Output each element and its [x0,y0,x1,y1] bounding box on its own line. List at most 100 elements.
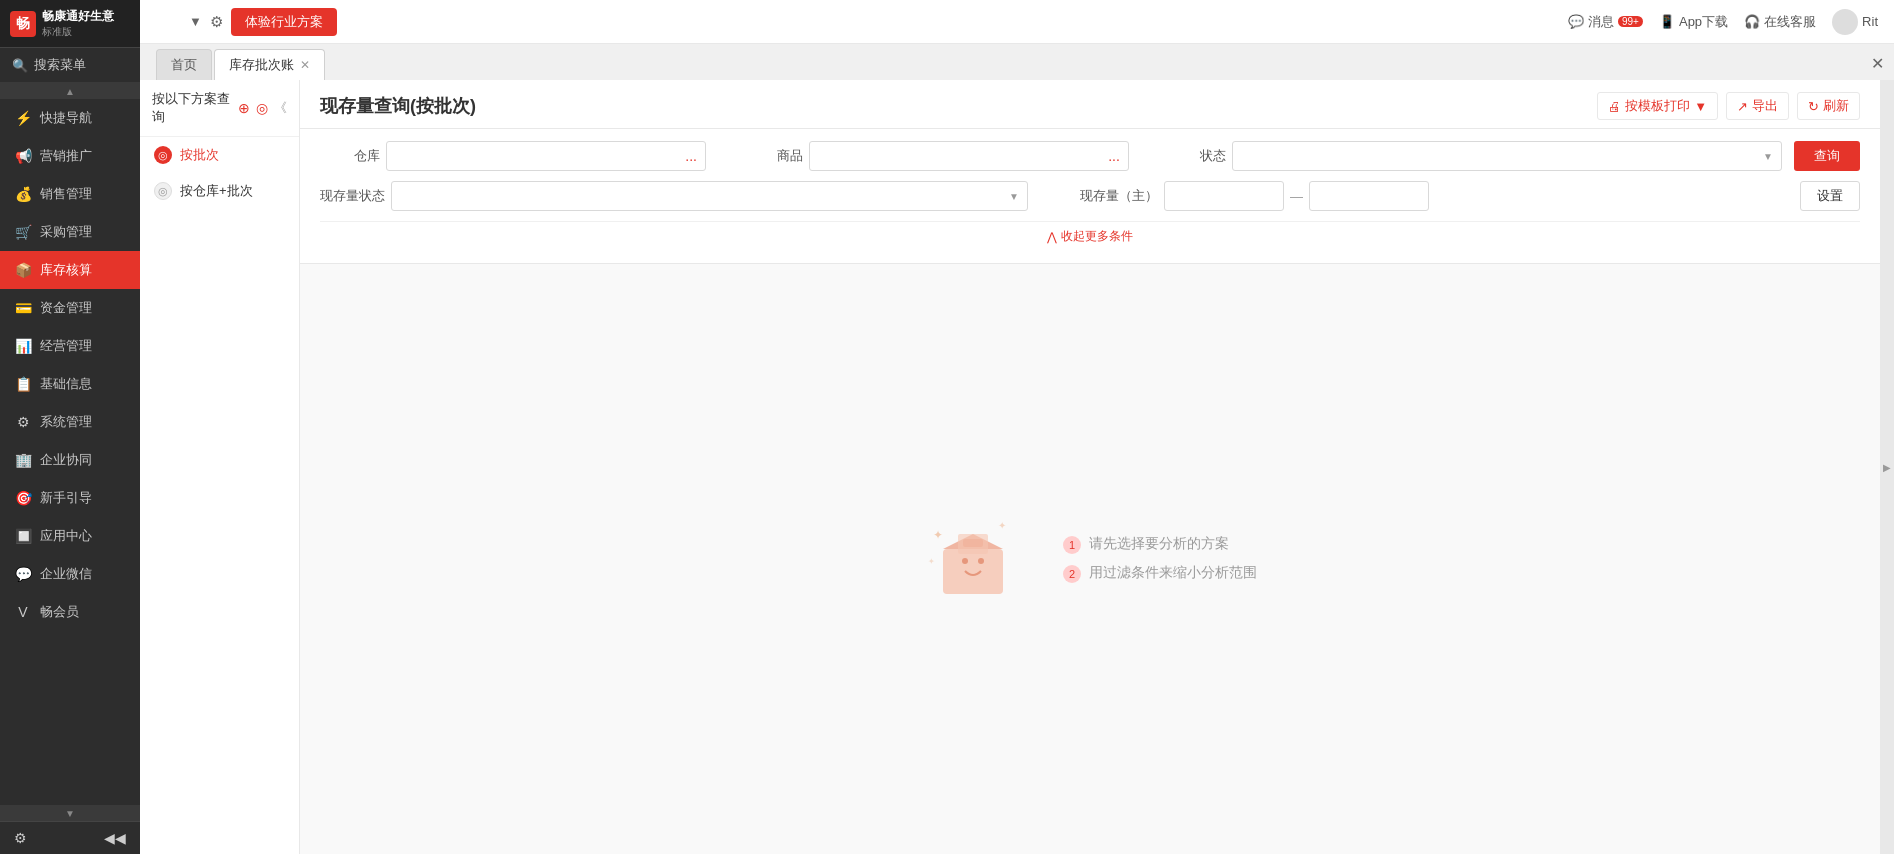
svg-rect-3 [963,539,983,547]
sidebar-scroll-down[interactable]: ▼ [0,805,140,821]
svg-point-5 [978,558,984,564]
app-download-btn[interactable]: 📱 App下载 [1659,13,1728,31]
sidebar-nav: ⚡ 快捷导航 📢 营销推广 💰 销售管理 🛒 采购管理 📦 库存核算 💳 [0,99,140,805]
marketing-icon: 📢 [14,147,32,165]
user-menu[interactable]: Rit [1832,9,1878,35]
tip2-num: 2 [1063,565,1081,583]
sidebar-item-app-center[interactable]: 🔲 应用中心 [0,517,140,555]
inventory-qty-min-input[interactable] [1164,181,1284,211]
main-content: ▼ ⚙ 体验行业方案 💬 消息 99+ 📱 App下载 🎧 在线客服 [140,0,1894,854]
sidebar-item-label: 销售管理 [40,185,92,203]
sidebar-item-finance[interactable]: 💳 资金管理 [0,289,140,327]
inventory-status-arrow-icon: ▼ [1009,191,1019,202]
experience-btn[interactable]: 体验行业方案 [231,8,337,36]
page-title: 现存量查询(按批次) [320,94,476,118]
scheme-collapse-icon[interactable]: 《 [274,99,287,117]
settings-button[interactable]: 设置 [1800,181,1860,211]
svg-text:✦: ✦ [998,520,1006,531]
sidebar-item-label: 系统管理 [40,413,92,431]
empty-state: ✦ ✦ ✦ 1 请先选择要分析的方案 2 用过滤条件来缩小分析范围 [300,264,1880,854]
sidebar-item-system[interactable]: ⚙ 系统管理 [0,403,140,441]
status-select-arrow-icon: ▼ [1763,151,1773,162]
warehouse-field: 仓库 ... [320,141,731,171]
sidebar-item-operations[interactable]: 📊 经营管理 [0,327,140,365]
collapse-sidebar-icon[interactable]: ◀◀ [104,830,126,846]
sidebar-item-basic[interactable]: 📋 基础信息 [0,365,140,403]
scheme-panel: 按以下方案查询 ⊕ ◎ 《 ◎ 按批次 ◎ 按仓库+批次 [140,80,300,854]
export-btn[interactable]: ↗ 导出 [1726,92,1789,120]
topbar-dropdown[interactable]: ▼ [156,14,202,29]
tab-close-icon[interactable]: ✕ [300,58,310,72]
warehouse-input[interactable]: ... [386,141,706,171]
sidebar-item-label: 经营管理 [40,337,92,355]
basic-icon: 📋 [14,375,32,393]
scheme-item-by-warehouse-batch-label: 按仓库+批次 [180,182,253,200]
inventory-qty-max-input[interactable] [1309,181,1429,211]
filter-area: 仓库 ... 商品 ... [300,129,1880,264]
avatar [1832,9,1858,35]
topbar: ▼ ⚙ 体验行业方案 💬 消息 99+ 📱 App下载 🎧 在线客服 [140,0,1894,44]
sidebar-item-sales[interactable]: 💰 销售管理 [0,175,140,213]
sidebar-item-purchase[interactable]: 🛒 采购管理 [0,213,140,251]
sidebar-search[interactable]: 🔍 搜索菜单 [0,48,140,83]
sidebar-item-marketing[interactable]: 📢 营销推广 [0,137,140,175]
product-dots-icon[interactable]: ... [1108,148,1120,164]
print-icon: 🖨 [1608,99,1621,114]
page-header: 现存量查询(按批次) 🖨 按模板打印 ▼ ↗ 导出 ↻ [300,80,1880,129]
app-download-label: App下载 [1679,13,1728,31]
inventory-status-select[interactable]: ▼ [391,181,1028,211]
collapse-row[interactable]: ⋀ 收起更多条件 [320,221,1860,251]
collapse-label: 收起更多条件 [1061,228,1133,245]
tab-inventory-batch[interactable]: 库存批次账 ✕ [214,49,325,80]
export-label: 导出 [1752,97,1778,115]
topbar-gear-icon[interactable]: ⚙ [210,13,223,31]
settings-icon[interactable]: ⚙ [14,830,27,846]
inventory-status-label: 现存量状态 [320,187,385,205]
tab-home[interactable]: 首页 [156,49,212,80]
system-icon: ⚙ [14,413,32,431]
scheme-header: 按以下方案查询 ⊕ ◎ 《 [140,80,299,137]
sidebar-item-inventory[interactable]: 📦 库存核算 [0,251,140,289]
status-select[interactable]: ▼ [1232,141,1782,171]
chevron-up-icon: ⋀ [1047,230,1057,244]
refresh-btn[interactable]: ↻ 刷新 [1797,92,1860,120]
query-button[interactable]: 查询 [1794,141,1860,171]
warehouse-dots-icon[interactable]: ... [685,148,697,164]
sidebar-item-label: 应用中心 [40,527,92,545]
tab-panel-close-icon[interactable]: ✕ [1871,54,1884,73]
tip2-text: 用过滤条件来缩小分析范围 [1089,564,1257,582]
page-area: 按以下方案查询 ⊕ ◎ 《 ◎ 按批次 ◎ 按仓库+批次 [140,80,1894,854]
sidebar-item-label: 资金管理 [40,299,92,317]
member-icon: V [14,603,32,621]
scheme-settings-icon[interactable]: ◎ [256,100,268,116]
online-service-btn[interactable]: 🎧 在线客服 [1744,13,1816,31]
message-icon: 💬 [1568,14,1584,29]
warehouse-label: 仓库 [320,147,380,165]
content-area: 现存量查询(按批次) 🖨 按模板打印 ▼ ↗ 导出 ↻ [300,80,1880,854]
sidebar-item-newbie[interactable]: 🎯 新手引导 [0,479,140,517]
print-btn[interactable]: 🖨 按模板打印 ▼ [1597,92,1718,120]
sidebar-item-wechat[interactable]: 💬 企业微信 [0,555,140,593]
message-btn[interactable]: 💬 消息 99+ [1568,13,1643,31]
message-badge: 99+ [1618,16,1643,27]
sales-icon: 💰 [14,185,32,203]
scheme-add-icon[interactable]: ⊕ [238,100,250,116]
scheme-item-by-batch[interactable]: ◎ 按批次 [140,137,299,173]
scheme-header-actions: ⊕ ◎ 《 [238,99,287,117]
inventory-qty-label: 现存量（主） [1080,187,1158,205]
product-label: 商品 [743,147,803,165]
sidebar-header: 畅 畅康通好生意 标准版 [0,0,140,48]
scheme-item-by-warehouse-batch[interactable]: ◎ 按仓库+批次 [140,173,299,209]
sidebar-item-quick-nav[interactable]: ⚡ 快捷导航 [0,99,140,137]
refresh-icon: ↻ [1808,99,1819,114]
sidebar-item-member[interactable]: V 畅会员 [0,593,140,631]
product-input[interactable]: ... [809,141,1129,171]
sidebar-scroll-up[interactable]: ▲ [0,83,140,99]
right-sidebar-toggle[interactable]: ▶ [1880,80,1894,854]
sidebar-item-label: 基础信息 [40,375,92,393]
scheme-header-title: 按以下方案查询 [152,90,238,126]
sidebar-item-label: 快捷导航 [40,109,92,127]
inventory-qty-field: 现存量（主） — [1080,181,1788,211]
sidebar-item-enterprise[interactable]: 🏢 企业协同 [0,441,140,479]
empty-illustration: ✦ ✦ ✦ [923,509,1023,609]
